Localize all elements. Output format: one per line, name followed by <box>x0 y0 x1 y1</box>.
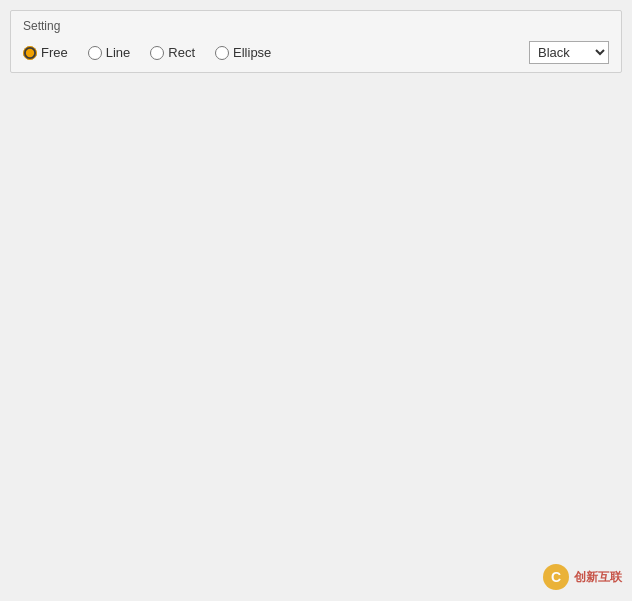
radio-ellipse-label[interactable]: Ellipse <box>233 45 271 60</box>
radio-free-label[interactable]: Free <box>41 45 68 60</box>
radio-free[interactable] <box>23 46 37 60</box>
radio-group-rect[interactable]: Rect <box>150 45 195 60</box>
watermark: C 创新互联 <box>542 563 622 591</box>
radio-ellipse[interactable] <box>215 46 229 60</box>
radio-group-free[interactable]: Free <box>23 45 68 60</box>
setting-title: Setting <box>23 19 609 33</box>
watermark-text: 创新互联 <box>574 569 622 586</box>
svg-text:C: C <box>551 569 561 585</box>
setting-controls: Free Line Rect Ellipse Black Red Blue Gr… <box>23 41 609 64</box>
radio-line[interactable] <box>88 46 102 60</box>
radio-line-label[interactable]: Line <box>106 45 131 60</box>
radio-rect-label[interactable]: Rect <box>168 45 195 60</box>
radio-rect[interactable] <box>150 46 164 60</box>
radio-group-line[interactable]: Line <box>88 45 131 60</box>
watermark-logo: C <box>542 563 570 591</box>
color-select[interactable]: Black Red Blue Green Yellow White <box>529 41 609 64</box>
setting-panel: Setting Free Line Rect Ellipse Black Red… <box>10 10 622 73</box>
radio-group-ellipse[interactable]: Ellipse <box>215 45 271 60</box>
